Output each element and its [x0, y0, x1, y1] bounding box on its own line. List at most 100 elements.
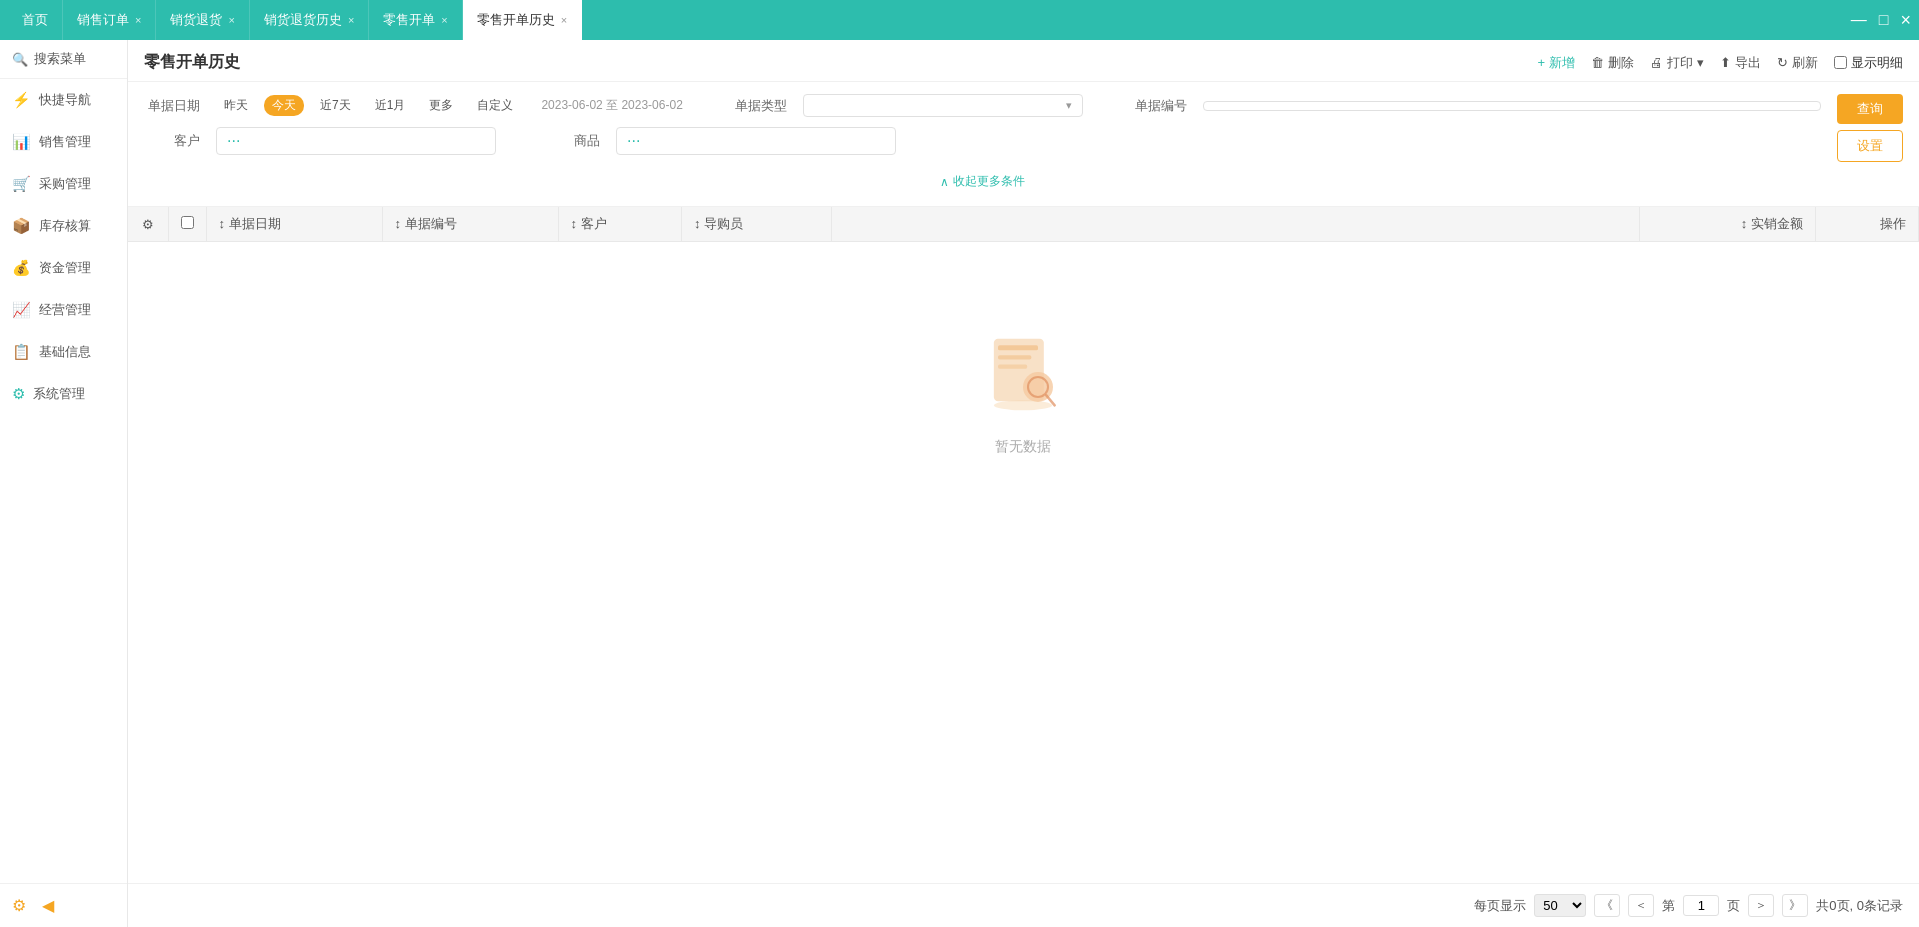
th-date[interactable]: ↕ 单据日期: [206, 207, 382, 242]
sidebar-item-quick-nav[interactable]: ⚡ 快捷导航: [0, 79, 127, 121]
per-page-select[interactable]: 50 100 200: [1534, 894, 1586, 917]
maximize-button[interactable]: □: [1879, 11, 1889, 29]
page-input[interactable]: [1683, 895, 1719, 916]
th-amount[interactable]: ↕ 实销金额: [1639, 207, 1815, 242]
sidebar-label-finance-mgmt: 资金管理: [39, 259, 91, 277]
date-btn-7days[interactable]: 近7天: [312, 95, 359, 116]
refresh-icon: ↻: [1777, 55, 1788, 70]
tab-retail-open-history[interactable]: 零售开单历史 ×: [463, 0, 582, 40]
pagination-bar: 每页显示 50 100 200 《 ＜ 第 页 ＞ 》 共0页, 0条记录: [128, 883, 1919, 927]
display-detail-toggle[interactable]: 显示明细: [1834, 54, 1903, 72]
tab-retail-open[interactable]: 零售开单 ×: [369, 0, 462, 40]
content-area: 零售开单历史 + 新增 🗑 删除 🖨 打印 ▾ ⬆ 导出: [128, 40, 1919, 927]
sidebar: 🔍 搜索菜单 ⚡ 快捷导航📊 销售管理🛒 采购管理📦 库存核算💰 资金管理📈 经…: [0, 40, 128, 927]
date-btn-today[interactable]: 今天: [264, 95, 304, 116]
date-btn-more[interactable]: 更多: [421, 95, 461, 116]
collapse-row: ∧ 收起更多条件: [144, 165, 1821, 194]
goods-label: 商品: [544, 132, 600, 150]
delete-button[interactable]: 🗑 删除: [1591, 54, 1634, 72]
delete-label: 删除: [1608, 54, 1634, 72]
page-title: 零售开单历史: [144, 52, 240, 73]
add-label: 新增: [1549, 54, 1575, 72]
tab-label: 销货退货历史: [264, 11, 342, 29]
customer-dots: ···: [227, 132, 240, 150]
number-input[interactable]: [1203, 101, 1821, 111]
th-checkbox[interactable]: [168, 207, 206, 242]
add-button[interactable]: + 新增: [1537, 54, 1575, 72]
sidebar-item-inventory[interactable]: 📦 库存核算: [0, 205, 127, 247]
sidebar-item-sales-mgmt[interactable]: 📊 销售管理: [0, 121, 127, 163]
tab-bar-right: — □ ×: [1851, 10, 1911, 31]
tab-sales-order[interactable]: 销售订单 ×: [63, 0, 156, 40]
date-btn-yesterday[interactable]: 昨天: [216, 95, 256, 116]
sidebar-icon-inventory: 📦: [12, 217, 31, 235]
select-all-checkbox[interactable]: [181, 216, 194, 229]
last-page-button[interactable]: 》: [1782, 894, 1808, 917]
date-range-text: 2023-06-02 至 2023-06-02: [541, 97, 682, 114]
first-page-button[interactable]: 《: [1594, 894, 1620, 917]
empty-icon: [973, 322, 1073, 422]
goods-input[interactable]: ···: [616, 127, 896, 155]
sidebar-item-operations-mgmt[interactable]: 📈 经营管理: [0, 289, 127, 331]
tab-close-retail-open-history[interactable]: ×: [561, 15, 567, 26]
goods-dots: ···: [627, 132, 640, 150]
sidebar-item-system-mgmt[interactable]: ⚙ 系统管理: [0, 373, 127, 415]
filter-area: 单据日期 昨天 今天 近7天 近1月 更多 自定义 2023-06-02 至 2…: [128, 82, 1919, 207]
sidebar-item-basic-info[interactable]: 📋 基础信息: [0, 331, 127, 373]
print-icon: 🖨: [1650, 55, 1663, 70]
tab-close-sales-order[interactable]: ×: [135, 15, 141, 26]
date-btn-1month[interactable]: 近1月: [367, 95, 414, 116]
next-page-button[interactable]: ＞: [1748, 894, 1774, 917]
sidebar-icon-operations-mgmt: 📈: [12, 301, 31, 319]
print-button[interactable]: 🖨 打印 ▾: [1650, 54, 1704, 72]
collapse-button[interactable]: ∧ 收起更多条件: [940, 173, 1025, 190]
tabs-container: 首页销售订单×销货退货×销货退货历史×零售开单×零售开单历史×: [8, 0, 582, 40]
th-number[interactable]: ↕ 单据编号: [382, 207, 558, 242]
page-label-suffix: 页: [1727, 897, 1740, 915]
sidebar-icon-purchase-mgmt: 🛒: [12, 175, 31, 193]
sidebar-item-finance-mgmt[interactable]: 💰 资金管理: [0, 247, 127, 289]
settings-button[interactable]: 设置: [1837, 130, 1903, 162]
export-label: 导出: [1735, 54, 1761, 72]
print-label: 打印: [1667, 54, 1693, 72]
export-icon: ⬆: [1720, 55, 1731, 70]
tab-sales-return[interactable]: 销货退货×: [156, 0, 249, 40]
sidebar-item-purchase-mgmt[interactable]: 🛒 采购管理: [0, 163, 127, 205]
export-button[interactable]: ⬆ 导出: [1720, 54, 1761, 72]
refresh-button[interactable]: ↻ 刷新: [1777, 54, 1818, 72]
tab-close-retail-open[interactable]: ×: [441, 15, 447, 26]
sidebar-label-basic-info: 基础信息: [39, 343, 91, 361]
minimize-button[interactable]: —: [1851, 11, 1867, 29]
date-btn-custom[interactable]: 自定义: [469, 95, 521, 116]
page-header: 零售开单历史 + 新增 🗑 删除 🖨 打印 ▾ ⬆ 导出: [128, 40, 1919, 82]
date-label: 单据日期: [144, 97, 200, 115]
sidebar-items-container: ⚡ 快捷导航📊 销售管理🛒 采购管理📦 库存核算💰 资金管理📈 经营管理📋 基础…: [0, 79, 127, 415]
tab-close-sales-return[interactable]: ×: [228, 15, 234, 26]
collapse-label: 收起更多条件: [953, 173, 1025, 190]
type-select[interactable]: ▾: [803, 94, 1083, 117]
empty-row: 暂无数据: [128, 242, 1919, 537]
refresh-label: 刷新: [1792, 54, 1818, 72]
th-customer[interactable]: ↕ 客户: [558, 207, 681, 242]
prev-page-button[interactable]: ＜: [1628, 894, 1654, 917]
query-button[interactable]: 查询: [1837, 94, 1903, 124]
number-label: 单据编号: [1131, 97, 1187, 115]
sidebar-search[interactable]: 🔍 搜索菜单: [0, 40, 127, 79]
th-guide[interactable]: ↕ 导购员: [682, 207, 832, 242]
sidebar-settings-icon[interactable]: ⚙: [12, 896, 26, 915]
filter-row-2: 客户 ··· 商品 ···: [144, 127, 1821, 155]
customer-input[interactable]: ···: [216, 127, 496, 155]
tab-home[interactable]: 首页: [8, 0, 63, 40]
search-icon: 🔍: [12, 52, 28, 67]
sidebar-collapse-icon[interactable]: ◀: [42, 896, 54, 915]
main-layout: 🔍 搜索菜单 ⚡ 快捷导航📊 销售管理🛒 采购管理📦 库存核算💰 资金管理📈 经…: [0, 40, 1919, 927]
display-detail-checkbox[interactable]: [1834, 56, 1847, 69]
tab-label: 销售订单: [77, 11, 129, 29]
tab-sales-return-history[interactable]: 销货退货历史 ×: [250, 0, 369, 40]
tab-label: 零售开单历史: [477, 11, 555, 29]
sidebar-label-sales-mgmt: 销售管理: [39, 133, 91, 151]
close-window-button[interactable]: ×: [1900, 10, 1911, 31]
tab-label: 零售开单: [383, 11, 435, 29]
th-settings[interactable]: ⚙: [128, 207, 168, 242]
tab-close-sales-return-history[interactable]: ×: [348, 15, 354, 26]
